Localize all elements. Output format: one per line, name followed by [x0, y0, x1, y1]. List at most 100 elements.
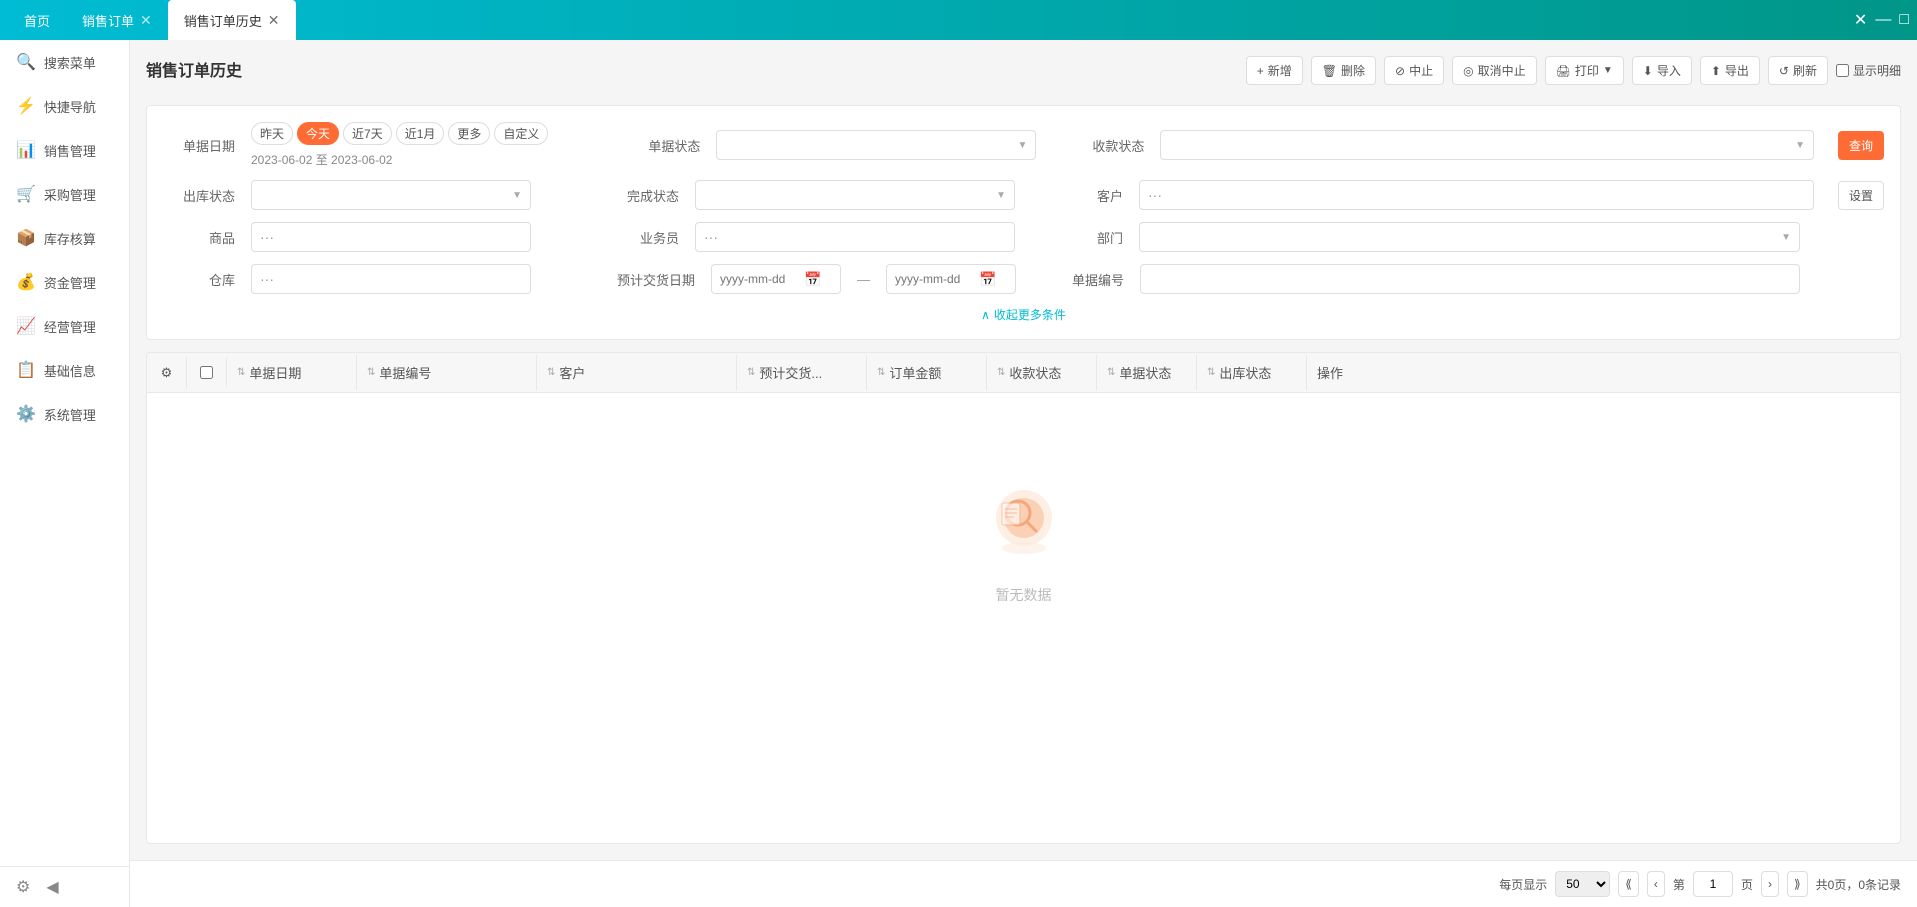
refresh-button[interactable]: ↺ 刷新	[1768, 56, 1828, 85]
settings-button[interactable]: 设置	[1838, 181, 1884, 210]
refresh-label: 刷新	[1793, 62, 1817, 79]
sort-docno-icon: ⇅	[367, 367, 375, 378]
sidebar-item-basic[interactable]: 📋 基础信息	[0, 348, 129, 392]
table-header: ⚙ ⇅ 单据日期 ⇅ 单据编号 ⇅ 客户	[147, 353, 1900, 393]
tab-sales-order-close[interactable]: ✕	[140, 13, 152, 27]
shortcut-more[interactable]: 更多	[448, 122, 490, 145]
sort-amount-icon: ⇅	[877, 367, 885, 378]
col-checkbox-header[interactable]	[187, 358, 227, 387]
cancel-stop-label: 取消中止	[1478, 62, 1526, 79]
query-button[interactable]: 查询	[1838, 131, 1884, 160]
maximize-icon[interactable]: □	[1899, 11, 1909, 29]
import-icon: ⬇	[1643, 64, 1653, 78]
customer-label: 客户	[1051, 186, 1123, 205]
shortcut-today[interactable]: 今天	[297, 122, 339, 145]
complete-status-filter[interactable]: ▼	[695, 180, 1015, 210]
sidebar-item-sales[interactable]: 📊 销售管理	[0, 128, 129, 172]
new-button[interactable]: + 新增	[1246, 56, 1303, 85]
sidebar-item-search[interactable]: 🔍 搜索菜单	[0, 40, 129, 84]
product-dots[interactable]: ···	[260, 229, 274, 245]
settings-bottom-icon[interactable]: ⚙	[16, 877, 30, 897]
col-docno-header[interactable]: ⇅ 单据编号	[357, 355, 537, 390]
warehouse-filter[interactable]: ···	[251, 264, 531, 294]
shortcut-7days[interactable]: 近7天	[343, 122, 392, 145]
sidebar-item-purchase[interactable]: 🛒 采购管理	[0, 172, 129, 216]
col-customer-label: 客户	[559, 363, 585, 382]
col-delivery-header[interactable]: ⇅ 预计交货...	[737, 355, 867, 390]
filter-row-1: 单据日期 昨天 今天 近7天 近1月 更多 自定义 2023-06-02 至 2…	[163, 122, 1884, 168]
sidebar-item-system[interactable]: ⚙️ 系统管理	[0, 392, 129, 436]
receipt-status-filter[interactable]: ▼	[1160, 130, 1814, 160]
cancel-stop-button[interactable]: ◎ 取消中止	[1452, 56, 1537, 85]
sidebar-item-system-label: 系统管理	[44, 405, 96, 424]
col-doc-status-header[interactable]: ⇅ 单据状态	[1097, 355, 1197, 390]
show-detail-input[interactable]	[1836, 64, 1849, 77]
prev-page-button[interactable]: ‹	[1647, 871, 1665, 897]
filter-row-4: 仓库 ··· 预计交货日期 📅 — 📅 单据编号	[163, 264, 1884, 294]
collapse-row[interactable]: ∧ 收起更多条件	[163, 306, 1884, 323]
sort-doc-status-icon: ⇅	[1107, 367, 1115, 378]
delivery-date-start-input[interactable]	[720, 272, 800, 286]
warehouse-status-filter[interactable]: ▼	[251, 180, 531, 210]
delivery-date-end[interactable]: 📅	[886, 264, 1016, 294]
col-customer-header[interactable]: ⇅ 客户	[537, 355, 737, 390]
col-date-label: 单据日期	[249, 363, 301, 382]
shortcut-yesterday[interactable]: 昨天	[251, 122, 293, 145]
export-button[interactable]: ⬆ 导出	[1700, 56, 1760, 85]
salesperson-filter[interactable]: ···	[695, 222, 1015, 252]
minimize-icon[interactable]: —	[1875, 11, 1891, 29]
sidebar-item-quicknav-label: 快捷导航	[44, 97, 96, 116]
col-receipt-status-header[interactable]: ⇅ 收款状态	[987, 355, 1097, 390]
basic-icon: 📋	[16, 360, 36, 380]
col-warehouse-status-header[interactable]: ⇅ 出库状态	[1197, 355, 1307, 390]
sidebar-item-inventory[interactable]: 📦 库存核算	[0, 216, 129, 260]
department-filter[interactable]: ▼	[1139, 222, 1800, 252]
col-amount-header[interactable]: ⇅ 订单金额	[867, 355, 987, 390]
warehouse-dots[interactable]: ···	[260, 271, 274, 287]
sidebar-item-quicknav[interactable]: ⚡ 快捷导航	[0, 84, 129, 128]
sidebar-item-operation[interactable]: 📈 经营管理	[0, 304, 129, 348]
customer-filter[interactable]: ···	[1139, 180, 1814, 210]
sidebar-item-finance[interactable]: 💰 资金管理	[0, 260, 129, 304]
tab-sales-order-history-close[interactable]: ✕	[268, 13, 280, 27]
shortcut-custom[interactable]: 自定义	[494, 122, 548, 145]
doc-number-filter[interactable]	[1140, 264, 1800, 294]
close-window-icon[interactable]: ✕	[1854, 10, 1867, 30]
pagination-bar: 每页显示 20 50 100 ⟪ ‹ 第 页 › ⟫ 共0页，0条记录	[130, 860, 1917, 907]
show-detail-checkbox[interactable]: 显示明细	[1836, 62, 1901, 79]
collapse-sidebar-icon[interactable]: ◀	[46, 877, 58, 897]
filter-row-2: 出库状态 ▼ 完成状态 ▼ 客户 ···	[163, 180, 1884, 210]
stop-icon: ⊘	[1395, 64, 1405, 78]
product-filter[interactable]: ···	[251, 222, 531, 252]
tab-home[interactable]: 首页	[8, 0, 66, 40]
delete-button[interactable]: 🗑 删除	[1311, 56, 1376, 85]
customer-dots[interactable]: ···	[1148, 187, 1162, 203]
last-page-button[interactable]: ⟫	[1787, 871, 1808, 897]
doc-number-input[interactable]	[1149, 272, 1791, 286]
tab-home-label: 首页	[24, 11, 50, 30]
col-date-header[interactable]: ⇅ 单据日期	[227, 355, 357, 390]
next-page-button[interactable]: ›	[1761, 871, 1779, 897]
print-button[interactable]: 🖨 打印 ▼	[1545, 56, 1624, 85]
import-button[interactable]: ⬇ 导入	[1632, 56, 1692, 85]
first-page-button[interactable]: ⟪	[1618, 871, 1639, 897]
per-page-select[interactable]: 20 50 100	[1555, 871, 1610, 897]
stop-button[interactable]: ⊘ 中止	[1384, 56, 1444, 85]
select-all-checkbox[interactable]	[200, 366, 213, 379]
tab-sales-order-history-label: 销售订单历史	[184, 11, 262, 30]
delivery-date-start[interactable]: 📅	[711, 264, 841, 294]
page-number-input[interactable]	[1693, 871, 1733, 897]
shortcut-1month[interactable]: 近1月	[396, 122, 445, 145]
sidebar-bottom: ⚙ ◀	[0, 866, 129, 907]
per-page-label: 每页显示	[1499, 876, 1547, 893]
salesperson-dots[interactable]: ···	[704, 229, 718, 245]
doc-status-filter[interactable]: ▼	[716, 130, 1036, 160]
page-content: 销售订单历史 + 新增 🗑 删除 ⊘ 中止 ◎	[130, 40, 1917, 860]
tab-sales-order-history[interactable]: 销售订单历史 ✕	[168, 0, 296, 40]
delivery-date-end-input[interactable]	[895, 272, 975, 286]
export-label: 导出	[1725, 62, 1749, 79]
col-settings-header[interactable]: ⚙	[147, 357, 187, 389]
tab-sales-order[interactable]: 销售订单 ✕	[66, 0, 168, 40]
print-arrow-icon: ▼	[1603, 65, 1613, 76]
query-label: 查询	[1849, 137, 1873, 154]
